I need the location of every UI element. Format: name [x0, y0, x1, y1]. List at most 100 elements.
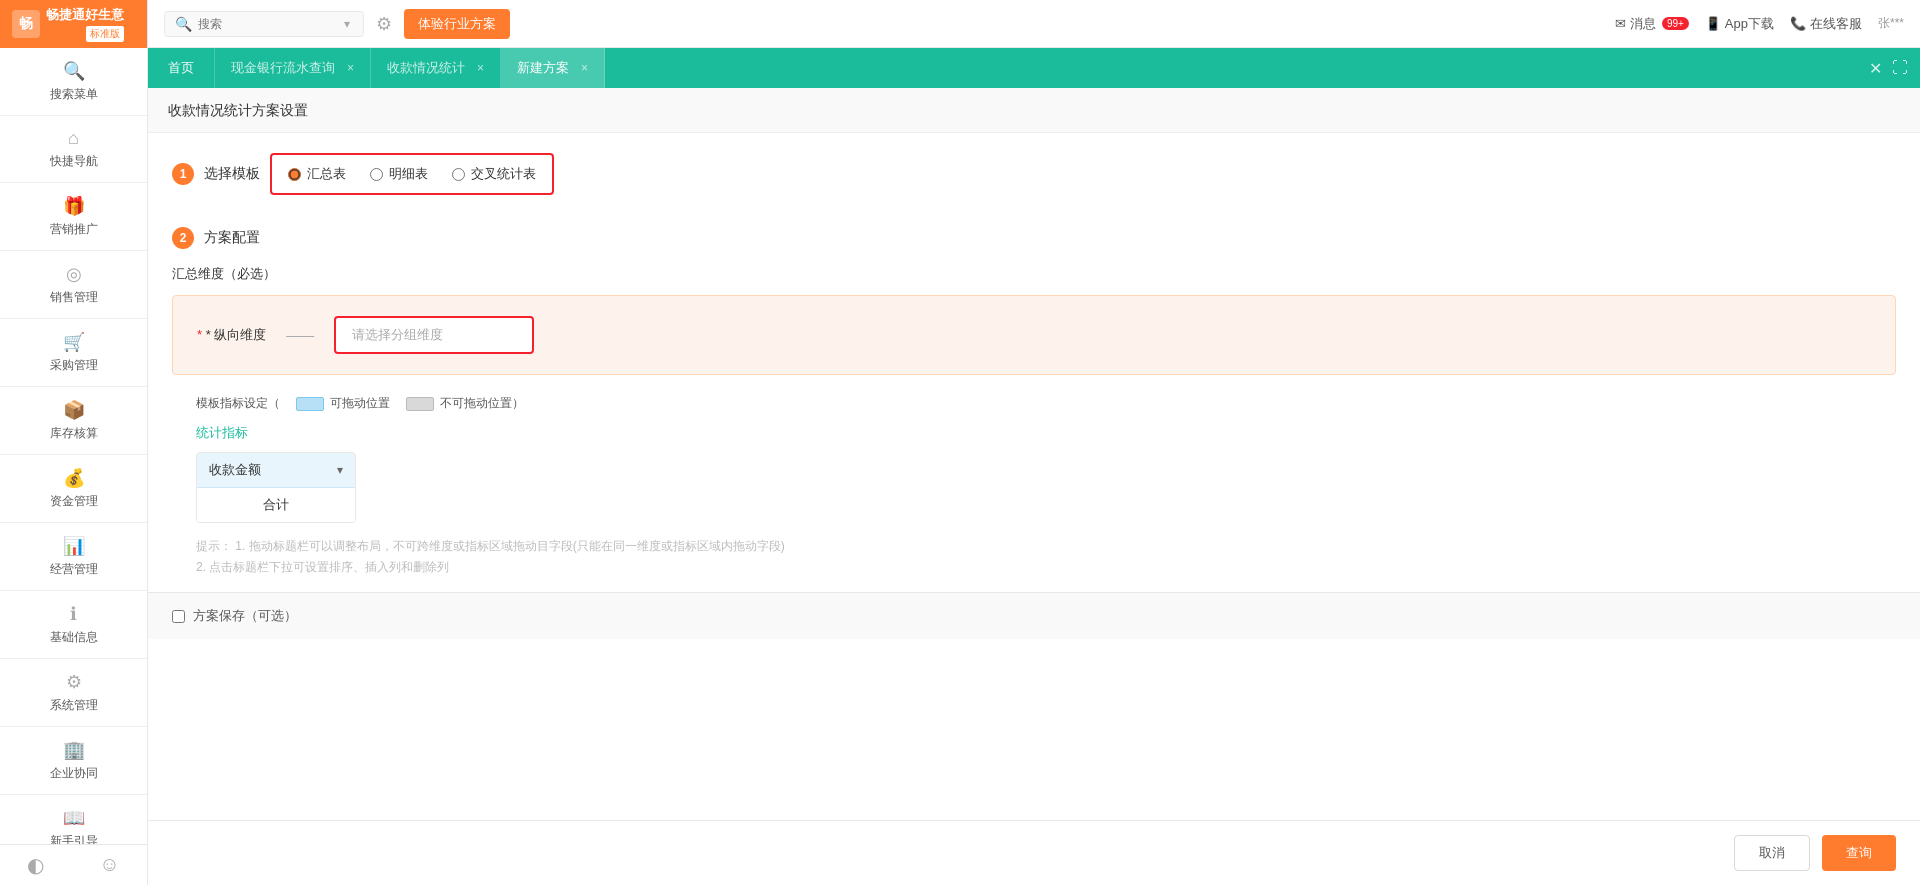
sidebar-item-operation[interactable]: 📊 经营管理: [0, 523, 147, 591]
indicator-section-label: 统计指标: [196, 424, 1872, 442]
template-radio-group: 汇总表 明细表 交叉统计表: [270, 153, 554, 195]
required-star: *: [197, 327, 202, 342]
indicator-table: 收款金额 ▾ 合计: [196, 452, 356, 523]
username-label: 张***: [1878, 15, 1904, 32]
dimension-section-title: 汇总维度（必选）: [172, 265, 1896, 283]
finance-icon: 💰: [63, 467, 85, 489]
trial-button[interactable]: 体验行业方案: [404, 9, 510, 39]
section1-header: 1 选择模板 汇总表 明细表 交叉统计表: [172, 153, 1896, 195]
vertical-dimension-label: * * 纵向维度: [197, 326, 266, 344]
tab-expand-button[interactable]: ⛶: [1892, 59, 1908, 77]
app-icon: 📱: [1705, 16, 1721, 31]
search-input[interactable]: [198, 17, 338, 31]
tab-bar-actions: ✕ ⛶: [1857, 48, 1920, 88]
sidebar-item-finance[interactable]: 💰 资金管理: [0, 455, 147, 523]
indicator-header[interactable]: 收款金额 ▾: [197, 453, 355, 488]
legend-draggable: 可拖动位置: [296, 395, 390, 412]
sidebar-item-sales[interactable]: ◎ 销售管理: [0, 251, 147, 319]
logo-text: 畅捷通好生意 标准版: [46, 6, 124, 42]
dimension-selector[interactable]: 请选择分组维度: [334, 316, 534, 354]
tab-bar: 首页 现金银行流水查询 × 收款情况统计 × 新建方案 × ✕ ⛶: [148, 48, 1920, 88]
operation-icon: 📊: [63, 535, 85, 557]
section1-number: 1: [172, 163, 194, 185]
tab-new-plan[interactable]: 新建方案 ×: [501, 48, 605, 88]
customer-service-item[interactable]: 📞 在线客服: [1790, 15, 1862, 33]
save-option-label: 方案保存（可选）: [193, 607, 297, 625]
sidebar-item-basic[interactable]: ℹ 基础信息: [0, 591, 147, 659]
sidebar-item-search-menu[interactable]: 🔍 搜索菜单: [0, 48, 147, 116]
sales-icon: ◎: [66, 263, 82, 285]
legend-non-draggable: 不可拖动位置）: [406, 395, 524, 412]
tab-bank-flow[interactable]: 现金银行流水查询 ×: [215, 48, 371, 88]
sidebar-item-quick-nav[interactable]: ⌂ 快捷导航: [0, 116, 147, 183]
radio-detail-input[interactable]: [370, 168, 383, 181]
radio-summary[interactable]: 汇总表: [288, 165, 346, 183]
sidebar-item-purchase[interactable]: 🛒 采购管理: [0, 319, 147, 387]
main-area: 🔍 ▾ ⚙ 体验行业方案 ✉ 消息 99+ 📱 App下载 📞 在线客服 张**…: [148, 0, 1920, 885]
tab-home[interactable]: 首页: [148, 48, 215, 88]
dimension-area: * * 纵向维度 —— 请选择分组维度: [172, 295, 1896, 375]
message-badge: 99+: [1662, 17, 1689, 30]
indicator-legend: 模板指标设定（ 可拖动位置 不可拖动位置）: [196, 395, 1872, 412]
cancel-button[interactable]: 取消: [1734, 835, 1810, 871]
draggable-box: [296, 397, 324, 411]
message-item[interactable]: ✉ 消息 99+: [1615, 15, 1689, 33]
system-icon: ⚙: [66, 671, 82, 693]
sidebar-item-enterprise[interactable]: 🏢 企业协同: [0, 727, 147, 795]
search-menu-icon: 🔍: [63, 60, 85, 82]
tip-2: 2. 点击标题栏下拉可设置排序、插入列和删除列: [196, 559, 1872, 576]
save-checkbox[interactable]: [172, 610, 185, 623]
settings-icon[interactable]: ⚙: [376, 13, 392, 35]
radio-detail[interactable]: 明细表: [370, 165, 428, 183]
tab-close-all-button[interactable]: ✕: [1869, 59, 1882, 78]
sidebar-menu: 🔍 搜索菜单 ⌂ 快捷导航 🎁 营销推广 ◎ 销售管理 🛒 采购管理 📦 库存核…: [0, 48, 147, 844]
content-area: 收款情况统计方案设置 1 选择模板 汇总表 明细表: [148, 88, 1920, 885]
sidebar-item-system[interactable]: ⚙ 系统管理: [0, 659, 147, 727]
basic-icon: ℹ: [70, 603, 77, 625]
guide-icon: 📖: [63, 807, 85, 829]
header-right: ✉ 消息 99+ 📱 App下载 📞 在线客服 张***: [1615, 15, 1904, 33]
customer-service-icon: 📞: [1790, 16, 1806, 31]
message-icon: ✉: [1615, 16, 1626, 31]
inventory-icon: 📦: [63, 399, 85, 421]
sidebar-item-marketing[interactable]: 🎁 营销推广: [0, 183, 147, 251]
sidebar-item-inventory[interactable]: 📦 库存核算: [0, 387, 147, 455]
section2-header: 2 方案配置: [172, 227, 1896, 249]
dimension-arrow: ——: [286, 327, 314, 343]
dimension-row: * * 纵向维度 —— 请选择分组维度: [197, 316, 1871, 354]
sidebar: 畅 畅捷通好生意 标准版 🔍 搜索菜单 ⌂ 快捷导航 🎁 营销推广 ◎ 销售管理…: [0, 0, 148, 885]
enterprise-icon: 🏢: [63, 739, 85, 761]
sidebar-item-guide[interactable]: 📖 新手引导: [0, 795, 147, 844]
section-template: 1 选择模板 汇总表 明细表 交叉统计表: [148, 133, 1920, 211]
radio-cross-input[interactable]: [452, 168, 465, 181]
search-icon: 🔍: [175, 16, 192, 32]
radio-summary-input[interactable]: [288, 168, 301, 181]
search-bar[interactable]: 🔍 ▾: [164, 11, 364, 37]
app-download-item[interactable]: 📱 App下载: [1705, 15, 1774, 33]
sidebar-bottom-icon1[interactable]: ◐: [27, 853, 44, 877]
radio-cross[interactable]: 交叉统计表: [452, 165, 536, 183]
tip-1: 提示： 1. 拖动标题栏可以调整布局，不可跨维度或指标区域拖动目字段(只能在同一…: [196, 538, 1872, 555]
tab-payment-stats[interactable]: 收款情况统计 ×: [371, 48, 501, 88]
tips-area: 提示： 1. 拖动标题栏可以调整布局，不可跨维度或指标区域拖动目字段(只能在同一…: [172, 526, 1896, 592]
top-header: 🔍 ▾ ⚙ 体验行业方案 ✉ 消息 99+ 📱 App下载 📞 在线客服 张**…: [148, 0, 1920, 48]
sidebar-bottom-icon2[interactable]: ☺: [99, 853, 119, 877]
indicator-row-total: 合计: [197, 488, 355, 522]
footer-bar: 取消 查询: [148, 820, 1920, 885]
tab-payment-stats-close[interactable]: ×: [477, 61, 484, 75]
section1-title: 选择模板: [204, 165, 260, 183]
tab-bank-flow-close[interactable]: ×: [347, 61, 354, 75]
section2-number: 2: [172, 227, 194, 249]
tab-new-plan-close[interactable]: ×: [581, 61, 588, 75]
page-title: 收款情况统计方案设置: [148, 88, 1920, 133]
purchase-icon: 🛒: [63, 331, 85, 353]
save-option: 方案保存（可选）: [148, 592, 1920, 639]
query-button[interactable]: 查询: [1822, 835, 1896, 871]
section-config: 2 方案配置 汇总维度（必选） * * 纵向维度 —— 请选择分组维度: [148, 211, 1920, 592]
search-dropdown-icon[interactable]: ▾: [344, 17, 350, 31]
sidebar-bottom: ◐ ☺: [0, 844, 147, 885]
indicator-settings: 模板指标设定（ 可拖动位置 不可拖动位置） 统计指标: [172, 395, 1896, 526]
marketing-icon: 🎁: [63, 195, 85, 217]
indicator-dropdown-arrow[interactable]: ▾: [337, 463, 343, 477]
section2-title: 方案配置: [204, 229, 260, 247]
